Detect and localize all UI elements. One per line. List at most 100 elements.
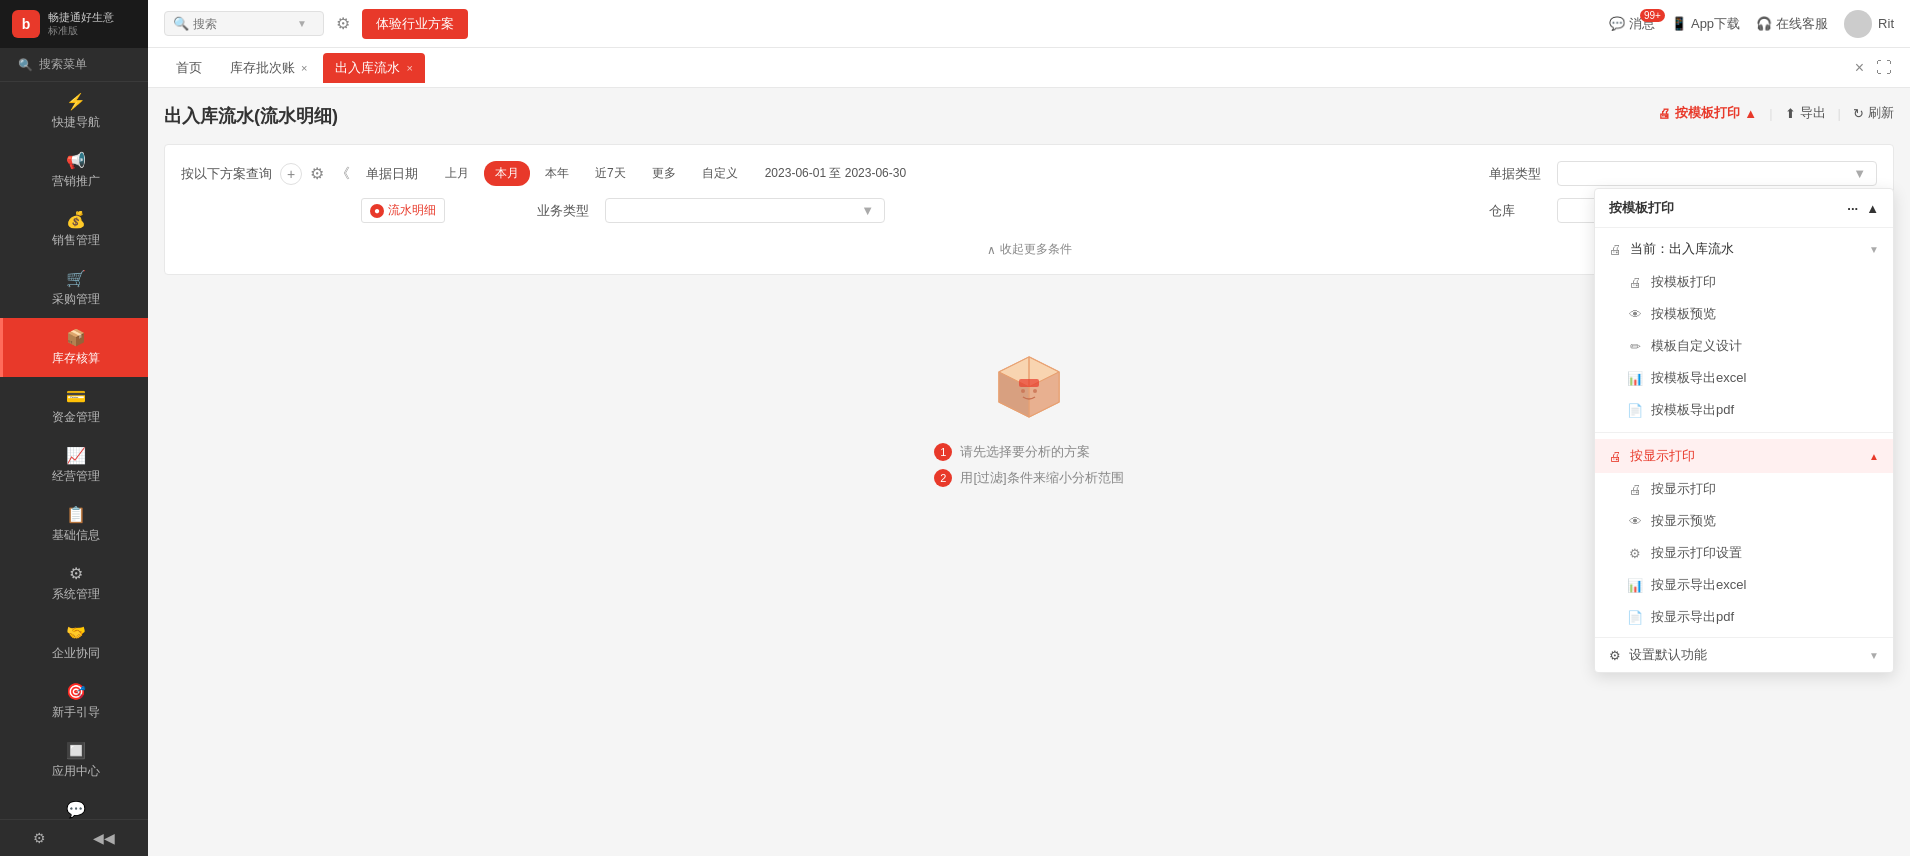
topbar-search-box[interactable]: 🔍 ▼ [164,11,324,36]
step-1-text: 请先选择要分析的方案 [960,443,1090,461]
business-type-select[interactable]: ▼ [605,198,885,223]
sidebar-item-wechat[interactable]: 💬 企业微信 [0,790,148,819]
tab-batch-account[interactable]: 库存批次账 × [218,53,319,83]
sidebar-item-enterprise[interactable]: 🤝 企业协同 [0,613,148,672]
template-excel-item[interactable]: 📊 按模板导出excel [1595,362,1893,394]
sidebar-item-guide[interactable]: 🎯 新手引导 [0,672,148,731]
template-excel-icon: 📊 [1627,370,1643,386]
filter-settings-button[interactable]: ⚙ [310,164,324,183]
sidebar-item-marketing[interactable]: 📢 营销推广 [0,141,148,200]
wechat-icon: 💬 [66,800,86,819]
online-service-btn[interactable]: 🎧 在线客服 [1756,15,1828,33]
template-preview-item[interactable]: 👁 按模板预览 [1595,298,1893,330]
sidebar-item-inventory[interactable]: 📦 库存核算 [0,318,148,377]
flow-detail-tag[interactable]: ● 流水明细 [361,198,445,223]
tab-maximize-btn[interactable]: ⛶ [1874,57,1894,79]
tab-close-window-btn[interactable]: × [1853,57,1866,79]
tab-home[interactable]: 首页 [164,53,214,83]
sidebar-item-label: 采购管理 [52,291,100,308]
message-btn[interactable]: 💬 消息 99+ [1609,15,1655,33]
sidebar-search-label: 搜索菜单 [39,56,87,73]
dropdown-current-label: 当前：出入库流水 [1630,240,1734,258]
sidebar-item-sales[interactable]: 💰 销售管理 [0,200,148,259]
template-print-icon: 🖨 [1627,274,1643,290]
toolbar-divider2: | [1838,106,1841,121]
message-badge: 99+ [1640,9,1665,22]
sidebar-item-app-center[interactable]: 🔲 应用中心 [0,731,148,790]
tab-flow[interactable]: 出入库流水 × [323,53,424,83]
display-preview-icon: 👁 [1627,513,1643,529]
dropdown-header-arrow-up[interactable]: ▲ [1866,201,1879,216]
sidebar-settings-btn[interactable]: ⚙ [33,830,46,846]
sidebar-item-purchase[interactable]: 🛒 采购管理 [0,259,148,318]
display-preview-item[interactable]: 👁 按显示预览 [1595,505,1893,537]
collapse-btn-label: 收起更多条件 [1000,241,1072,258]
tab-batch-account-close[interactable]: × [301,62,307,74]
empty-step-2: 2 用[过滤]条件来缩小分析范围 [934,469,1123,487]
bill-type-select[interactable]: ▼ [1557,161,1877,186]
sidebar-item-system[interactable]: ⚙ 系统管理 [0,554,148,613]
message-icon: 💬 [1609,16,1625,31]
template-excel-label: 按模板导出excel [1651,369,1746,387]
tab-flow-close[interactable]: × [406,62,412,74]
export-btn[interactable]: ⬆ 导出 [1785,104,1826,122]
date-custom[interactable]: 自定义 [691,161,749,186]
user-profile[interactable]: Rit [1844,10,1894,38]
sidebar-item-label: 资金管理 [52,409,100,426]
bill-type-arrow: ▼ [1853,166,1866,181]
date-last-7-days[interactable]: 近7天 [584,161,637,186]
dropdown-header-right: ··· ▲ [1847,201,1879,216]
inventory-icon: 📦 [66,328,86,347]
app-download-btn[interactable]: 📱 App下载 [1671,15,1740,33]
template-pdf-icon: 📄 [1627,402,1643,418]
date-last-month[interactable]: 上月 [434,161,480,186]
dropdown-section-template: 🖨 当前：出入库流水 🖨 按模板打印 👁 按模板预览 ✏ 模板自定义设计 [1595,228,1893,430]
topbar-settings-icon[interactable]: ⚙ [336,14,350,33]
toolbar-divider1: | [1769,106,1772,121]
display-pdf-label: 按显示导出pdf [1651,608,1734,626]
template-print-item[interactable]: 🖨 按模板打印 [1595,266,1893,298]
finance-icon: 💳 [66,387,86,406]
dropdown-template-header[interactable]: 🖨 当前：出入库流水 [1595,232,1893,266]
sidebar-item-finance[interactable]: 💳 资金管理 [0,377,148,436]
app-center-icon: 🔲 [66,741,86,760]
sidebar-item-quick-nav[interactable]: ⚡ 快捷导航 [0,82,148,141]
display-excel-item[interactable]: 📊 按显示导出excel [1595,569,1893,601]
date-more[interactable]: 更多 [641,161,687,186]
template-pdf-item[interactable]: 📄 按模板导出pdf [1595,394,1893,426]
svg-rect-5 [1019,379,1039,387]
online-service-label: 在线客服 [1776,15,1828,33]
print-label: 按模板打印 [1675,104,1740,122]
dropdown-footer[interactable]: ⚙ 设置默认功能 [1595,637,1893,672]
filter-collapse-left-btn[interactable]: 《 [336,165,350,183]
date-filter-tags: 上月 本月 本年 近7天 更多 自定义 [434,161,749,186]
sidebar-item-label: 快捷导航 [52,114,100,131]
display-print-item[interactable]: 🖨 按显示打印 [1595,473,1893,505]
dropdown-display-header[interactable]: 🖨 按显示打印 [1595,439,1893,473]
section2-toggle[interactable] [1869,449,1879,463]
page-toolbar: 🖨 按模板打印 ▲ | ⬆ 导出 | ↻ 刷新 [1658,104,1894,122]
sidebar-item-label: 经营管理 [52,468,100,485]
dropdown-footer-label: 设置默认功能 [1629,646,1707,664]
dropdown-more-icon[interactable]: ··· [1847,201,1858,216]
sidebar-search[interactable]: 🔍 搜索菜单 [0,48,148,82]
footer-arrow[interactable] [1869,648,1879,662]
industry-btn[interactable]: 体验行业方案 [362,9,468,39]
sidebar-item-operations[interactable]: 📈 经营管理 [0,436,148,495]
display-preview-label: 按显示预览 [1651,512,1716,530]
date-this-month[interactable]: 本月 [484,161,530,186]
collapse-btn[interactable]: ∧ 收起更多条件 [987,241,1072,258]
section1-toggle[interactable] [1869,242,1879,256]
topbar-search-input[interactable] [193,17,293,31]
sidebar-item-basics[interactable]: 📋 基础信息 [0,495,148,554]
tab-home-label: 首页 [176,59,202,77]
print-btn[interactable]: 🖨 按模板打印 ▲ [1658,104,1757,122]
template-custom-item[interactable]: ✏ 模板自定义设计 [1595,330,1893,362]
date-this-year[interactable]: 本年 [534,161,580,186]
refresh-btn[interactable]: ↻ 刷新 [1853,104,1894,122]
filter-add-button[interactable]: + [280,163,302,185]
sidebar-collapse-btn[interactable]: ◀◀ [93,830,115,846]
display-pdf-item[interactable]: 📄 按显示导出pdf [1595,601,1893,633]
print-arrow-up: ▲ [1744,106,1757,121]
display-settings-item[interactable]: ⚙ 按显示打印设置 [1595,537,1893,569]
